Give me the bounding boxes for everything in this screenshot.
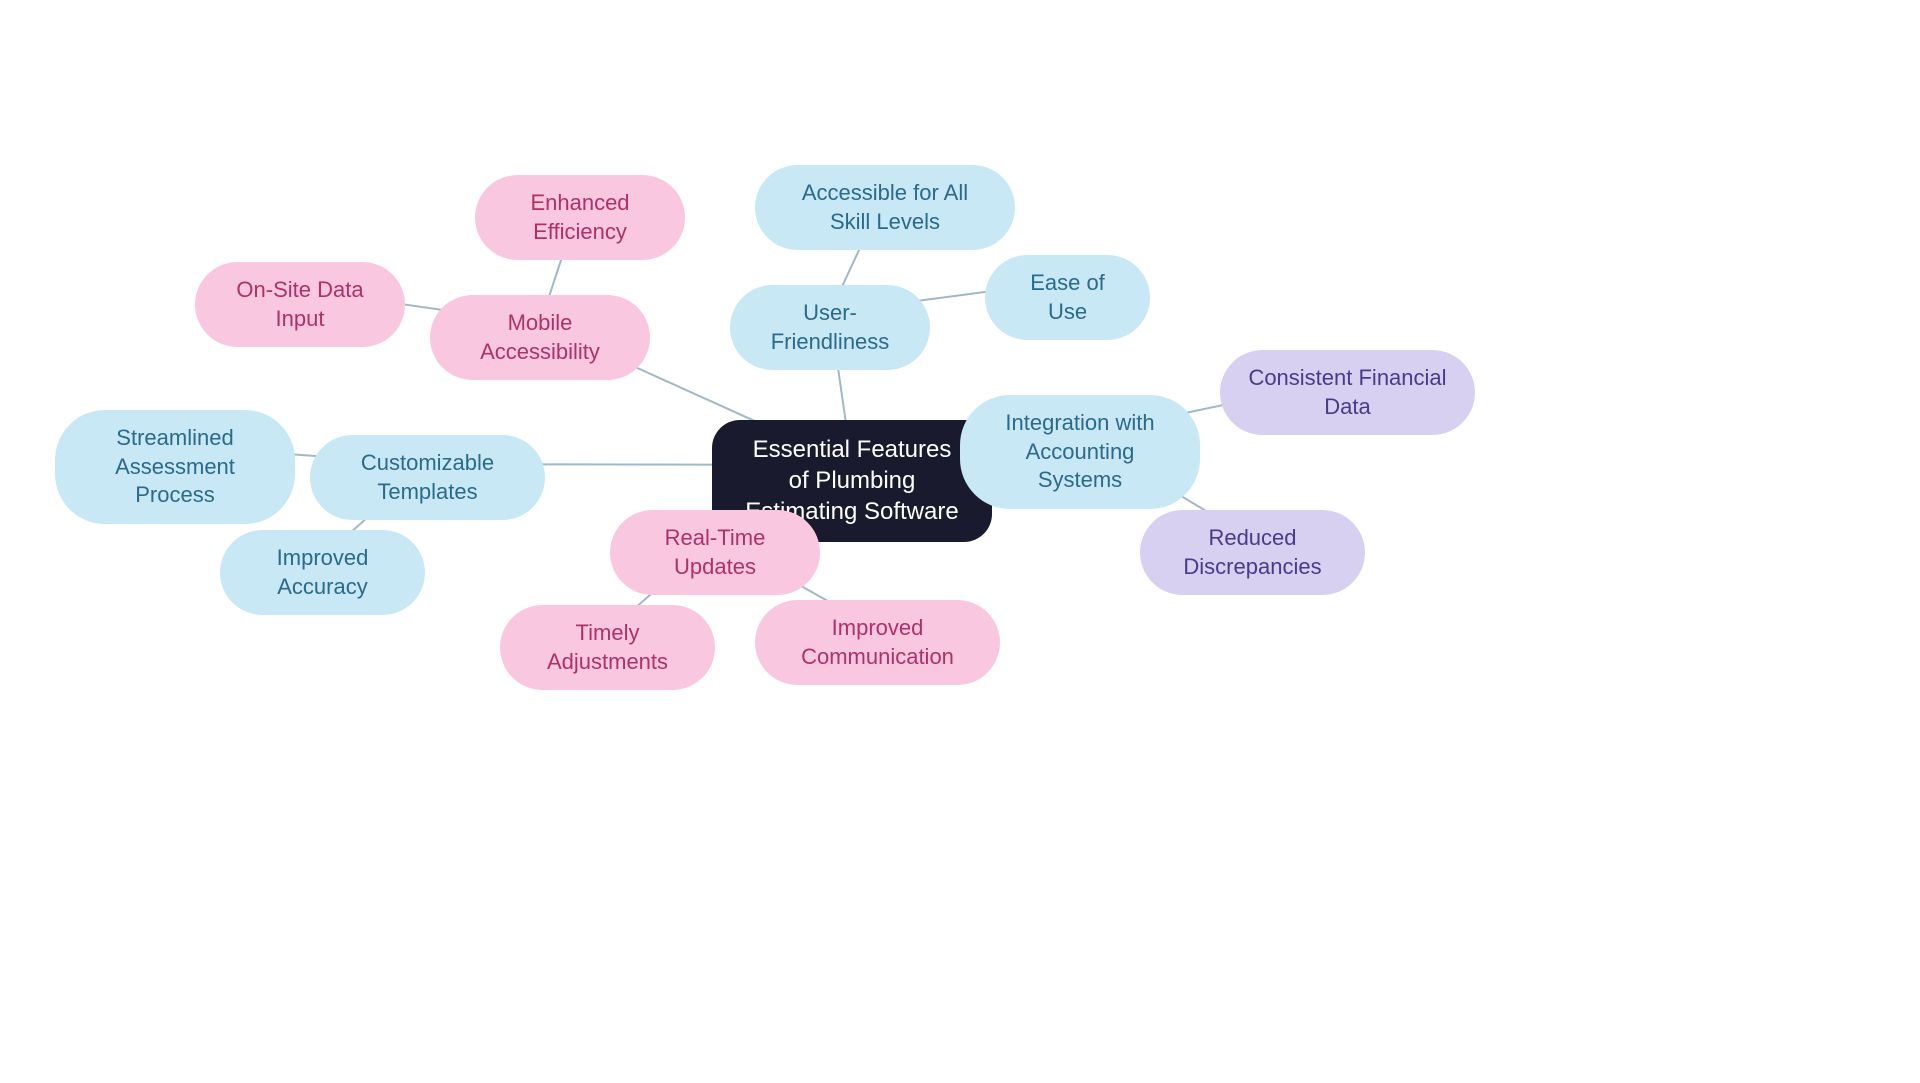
user-friendliness-node: User-Friendliness xyxy=(730,285,930,370)
improved-communication-node: Improved Communication xyxy=(755,600,1000,685)
streamlined-assessment-node: Streamlined Assessment Process xyxy=(55,410,295,524)
ease-of-use-node: Ease of Use xyxy=(985,255,1150,340)
on-site-data-input-node: On-Site Data Input xyxy=(195,262,405,347)
integration-accounting-node: Integration with Accounting Systems xyxy=(960,395,1200,509)
improved-accuracy-node: Improved Accuracy xyxy=(220,530,425,615)
timely-adjustments-node: Timely Adjustments xyxy=(500,605,715,690)
enhanced-efficiency-node: Enhanced Efficiency xyxy=(475,175,685,260)
mobile-accessibility-node: Mobile Accessibility xyxy=(430,295,650,380)
mindmap-container: Essential Features of Plumbing Estimatin… xyxy=(0,0,1920,1083)
customizable-templates-node: Customizable Templates xyxy=(310,435,545,520)
accessible-all-skill-node: Accessible for All Skill Levels xyxy=(755,165,1015,250)
reduced-discrepancies-node: Reduced Discrepancies xyxy=(1140,510,1365,595)
real-time-updates-node: Real-Time Updates xyxy=(610,510,820,595)
consistent-financial-node: Consistent Financial Data xyxy=(1220,350,1475,435)
